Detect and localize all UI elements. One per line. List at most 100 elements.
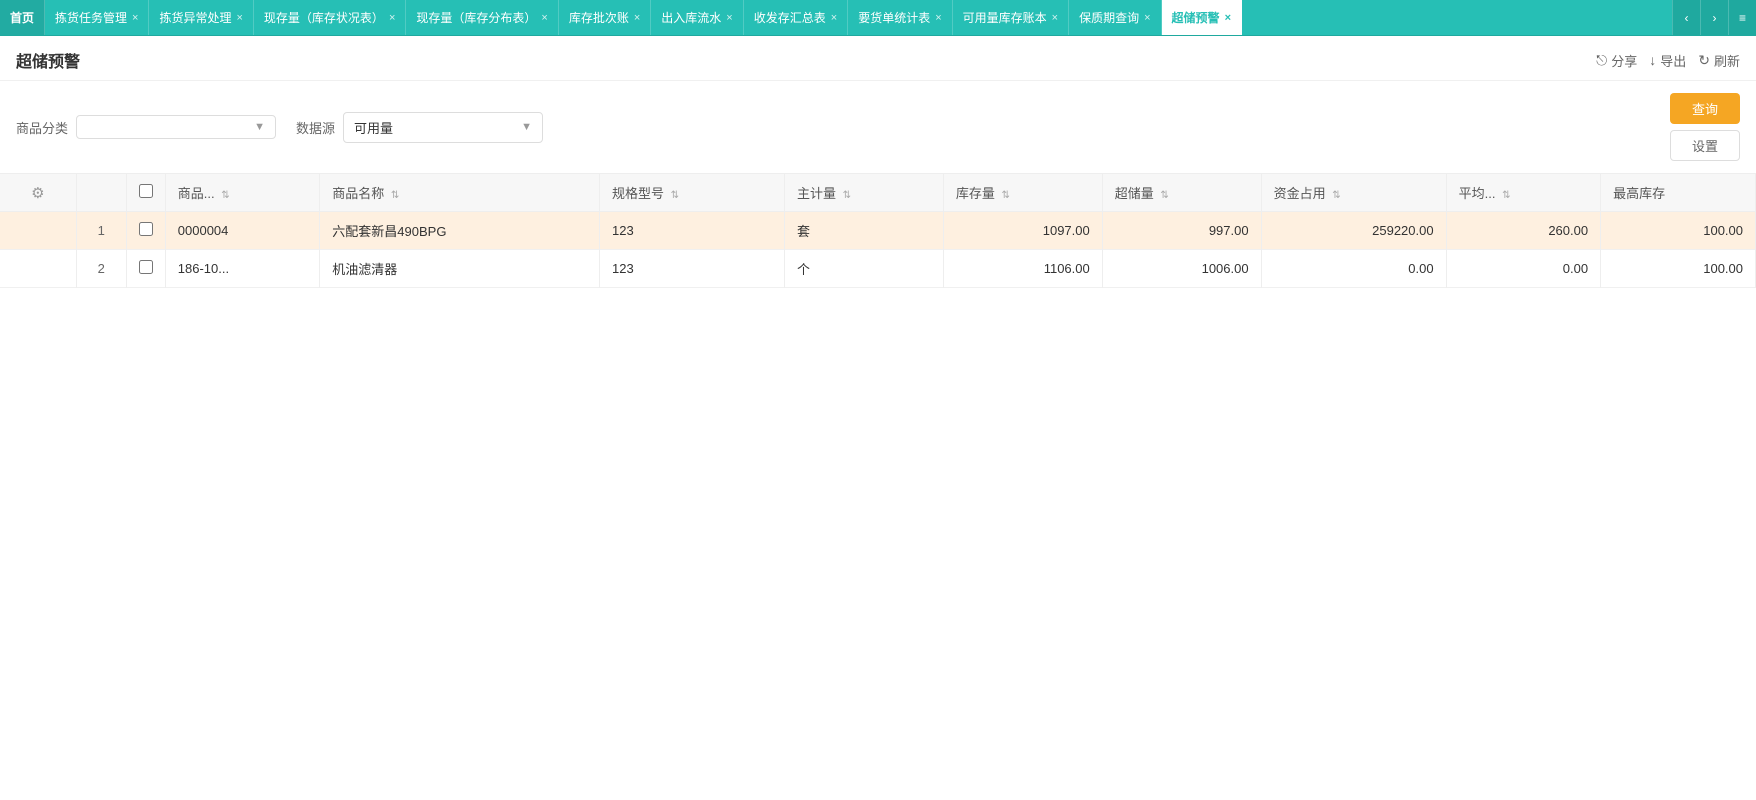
datasource-chevron-down-icon: ▼	[521, 121, 532, 133]
table-container: ⚙ 商品... ⇅ 商品名称 ⇅ 规格型号 ⇅	[0, 173, 1756, 288]
nav-tab-inout-flow[interactable]: 出入库流水 ×	[651, 0, 743, 36]
row-checkbox-1[interactable]	[126, 250, 165, 288]
nav-tab-batch-account-label: 库存批次账	[569, 9, 629, 26]
nav-tab-order-stats-close[interactable]: ×	[935, 12, 941, 24]
unit-sort-icon: ⇅	[843, 190, 851, 201]
nav-tab-collect-send-close[interactable]: ×	[831, 12, 837, 24]
nav-tab-available-account[interactable]: 可用量库存账本 ×	[953, 0, 1069, 36]
export-button[interactable]: ↓ 导出	[1649, 51, 1686, 70]
refresh-button[interactable]: ↻ 刷新	[1698, 51, 1740, 70]
share-button[interactable]: ⎋ 分享	[1596, 51, 1637, 70]
nav-tab-available-account-close[interactable]: ×	[1052, 12, 1058, 24]
row-spec-0: 123	[600, 212, 785, 250]
row-avg-0: 260.00	[1446, 212, 1601, 250]
nav-tab-home[interactable]: 首页	[0, 0, 45, 36]
row-product-name-1: 机油滤清器	[320, 250, 600, 288]
nav-tab-inventory-dist[interactable]: 现存量（库存分布表） ×	[406, 0, 558, 36]
avg-column-header[interactable]: 平均... ⇅	[1446, 174, 1601, 212]
row-max-stock-1: 100.00	[1601, 250, 1756, 288]
overstock-qty-column-header[interactable]: 超储量 ⇅	[1102, 174, 1261, 212]
nav-arrow-right[interactable]: ›	[1700, 0, 1728, 36]
nav-tab-overstock-warning[interactable]: 超储预警 ×	[1162, 0, 1242, 36]
nav-tab-quality-period-close[interactable]: ×	[1144, 12, 1150, 24]
avg-header-label: 平均...	[1459, 186, 1496, 201]
page-header: 超储预警 ⎋ 分享 ↓ 导出 ↻ 刷新	[0, 36, 1756, 81]
nav-tab-inventory-status[interactable]: 现存量（库存状况表） ×	[254, 0, 406, 36]
nav-arrow-menu[interactable]: ≡	[1728, 0, 1756, 36]
spec-column-header[interactable]: 规格型号 ⇅	[600, 174, 785, 212]
row-checkbox-input-0[interactable]	[139, 222, 153, 236]
max-stock-column-header[interactable]: 最高库存	[1601, 174, 1756, 212]
filter-right-buttons: 查询 设置	[1670, 93, 1740, 161]
nav-tab-inventory-status-label: 现存量（库存状况表）	[264, 9, 384, 26]
nav-tab-abnormal[interactable]: 拣货异常处理 ×	[149, 0, 253, 36]
settings-column-header[interactable]: ⚙	[0, 174, 76, 212]
capital-header-label: 资金占用	[1274, 186, 1326, 201]
product-name-column-header[interactable]: 商品名称 ⇅	[320, 174, 600, 212]
datasource-select[interactable]: 可用量 ▼	[343, 112, 543, 143]
nav-tab-overstock-warning-close[interactable]: ×	[1225, 12, 1231, 24]
nav-tab-inventory-dist-close[interactable]: ×	[541, 12, 547, 24]
nav-tab-inout-flow-close[interactable]: ×	[726, 12, 732, 24]
row-max-stock-0: 100.00	[1601, 212, 1756, 250]
nav-tab-task-mgmt-close[interactable]: ×	[132, 12, 138, 24]
datasource-label: 数据源	[296, 118, 335, 137]
overstock-qty-header-label: 超储量	[1115, 186, 1154, 201]
nav-tab-abnormal-label: 拣货异常处理	[159, 9, 231, 26]
refresh-label: 刷新	[1714, 51, 1740, 70]
nav-tab-inventory-status-close[interactable]: ×	[389, 12, 395, 24]
nav-tab-quality-period[interactable]: 保质期查询 ×	[1069, 0, 1161, 36]
row-spec-1: 123	[600, 250, 785, 288]
product-code-column-header[interactable]: 商品... ⇅	[165, 174, 320, 212]
settings-button[interactable]: 设置	[1670, 130, 1740, 161]
checkbox-column-header	[126, 174, 165, 212]
unit-column-header[interactable]: 主计量 ⇅	[785, 174, 944, 212]
stock-qty-column-header[interactable]: 库存量 ⇅	[943, 174, 1102, 212]
nav-tab-order-stats-label: 要货单统计表	[858, 9, 930, 26]
datasource-select-value: 可用量	[354, 118, 393, 137]
row-seq-0: 1	[76, 212, 126, 250]
avg-sort-icon: ⇅	[1502, 190, 1510, 201]
nav-tab-collect-send-label: 收发存汇总表	[754, 9, 826, 26]
nav-arrows: ‹ › ≡	[1672, 0, 1756, 36]
row-checkbox-input-1[interactable]	[139, 260, 153, 274]
page-title: 超储预警	[16, 48, 80, 72]
category-label: 商品分类	[16, 118, 68, 137]
table-row: 2 186-10... 机油滤清器 123 个 1106.00 1006.00 …	[0, 250, 1756, 288]
row-capital-1: 0.00	[1261, 250, 1446, 288]
nav-tab-collect-send[interactable]: 收发存汇总表 ×	[744, 0, 848, 36]
table-header-row: ⚙ 商品... ⇅ 商品名称 ⇅ 规格型号 ⇅	[0, 174, 1756, 212]
row-stock-qty-0: 1097.00	[943, 212, 1102, 250]
row-avg-1: 0.00	[1446, 250, 1601, 288]
row-unit-1: 个	[785, 250, 944, 288]
category-chevron-down-icon: ▼	[254, 121, 265, 133]
nav-tab-quality-period-label: 保质期查询	[1079, 9, 1139, 26]
row-capital-0: 259220.00	[1261, 212, 1446, 250]
table-body: 1 0000004 六配套新昌490BPG 123 套 1097.00 997.…	[0, 212, 1756, 288]
share-label: 分享	[1611, 51, 1637, 70]
row-overstock-qty-1: 1006.00	[1102, 250, 1261, 288]
spec-header-label: 规格型号	[612, 186, 664, 201]
export-icon: ↓	[1649, 52, 1656, 68]
query-button[interactable]: 查询	[1670, 93, 1740, 124]
header-actions: ⎋ 分享 ↓ 导出 ↻ 刷新	[1596, 51, 1740, 70]
row-checkbox-0[interactable]	[126, 212, 165, 250]
stock-qty-sort-icon: ⇅	[1002, 190, 1010, 201]
overstock-qty-sort-icon: ⇅	[1160, 190, 1168, 201]
category-filter-item: 商品分类 ▼	[16, 115, 276, 139]
nav-tab-batch-account-close[interactable]: ×	[634, 12, 640, 24]
max-stock-header-label: 最高库存	[1613, 186, 1665, 201]
nav-tab-task-mgmt-label: 拣货任务管理	[55, 9, 127, 26]
nav-arrow-left[interactable]: ‹	[1672, 0, 1700, 36]
nav-tab-task-mgmt[interactable]: 拣货任务管理 ×	[45, 0, 149, 36]
nav-tab-batch-account[interactable]: 库存批次账 ×	[559, 0, 651, 36]
select-all-checkbox[interactable]	[139, 184, 153, 198]
share-icon: ⎋	[1596, 52, 1607, 69]
category-select[interactable]: ▼	[76, 115, 276, 139]
top-nav: 首页 拣货任务管理 × 拣货异常处理 × 现存量（库存状况表） × 现存量（库存…	[0, 0, 1756, 36]
export-label: 导出	[1660, 51, 1686, 70]
nav-tab-order-stats[interactable]: 要货单统计表 ×	[848, 0, 952, 36]
capital-column-header[interactable]: 资金占用 ⇅	[1261, 174, 1446, 212]
nav-tab-abnormal-close[interactable]: ×	[236, 12, 242, 24]
unit-header-label: 主计量	[797, 186, 836, 201]
